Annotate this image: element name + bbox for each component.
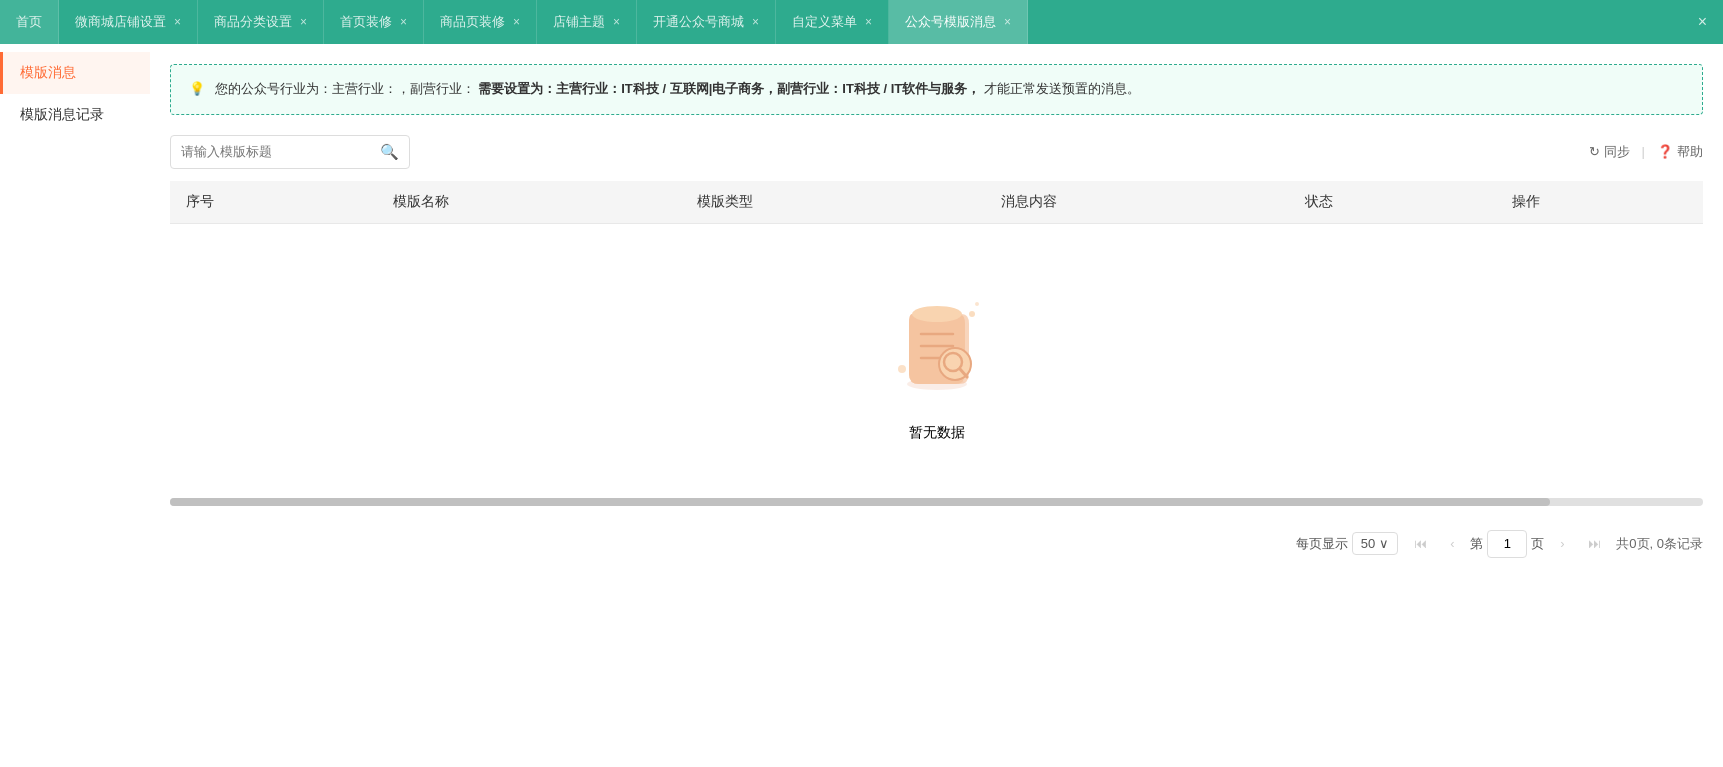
empty-illustration: [877, 284, 997, 404]
tab-theme-close[interactable]: ×: [613, 15, 620, 29]
tab-product-label: 商品页装修: [440, 13, 505, 31]
help-label: 帮助: [1677, 143, 1703, 161]
tab-homepage-label: 首页装修: [340, 13, 392, 31]
tab-custommenu-label: 自定义菜单: [792, 13, 857, 31]
tab-product-close[interactable]: ×: [513, 15, 520, 29]
notice-banner: 💡 您的公众号行业为：主营行业：，副营行业： 需要设置为：主营行业：IT科技 /…: [170, 64, 1703, 115]
tab-theme[interactable]: 店铺主题 ×: [537, 0, 637, 44]
chevron-down-icon: ∨: [1379, 536, 1389, 551]
page-number-input[interactable]: [1487, 530, 1527, 558]
tab-category-label: 商品分类设置: [214, 13, 292, 31]
tab-template-close[interactable]: ×: [1004, 15, 1011, 29]
scroll-indicator[interactable]: [170, 498, 1703, 506]
search-input-wrap[interactable]: 🔍: [170, 135, 410, 169]
page-suffix: 页: [1531, 535, 1544, 553]
tab-template[interactable]: 公众号模版消息 ×: [889, 0, 1028, 44]
sidebar-item-template-msg-label: 模版消息: [20, 64, 76, 80]
tab-homepage-close[interactable]: ×: [400, 15, 407, 29]
tab-category[interactable]: 商品分类设置 ×: [198, 0, 324, 44]
tab-custommenu[interactable]: 自定义菜单 ×: [776, 0, 889, 44]
table-header-row: 序号 模版名称 模版类型 消息内容 状态 操作: [170, 181, 1703, 224]
help-button[interactable]: ❓ 帮助: [1657, 143, 1703, 161]
empty-text: 暂无数据: [909, 424, 965, 442]
tab-homepage[interactable]: 首页装修 ×: [324, 0, 424, 44]
sync-icon: ↻: [1589, 144, 1600, 159]
search-bar: 🔍 ↻ 同步 | ❓ 帮助: [170, 135, 1703, 169]
svg-point-1: [912, 306, 962, 322]
sync-button[interactable]: ↻ 同步: [1589, 143, 1630, 161]
global-close-button[interactable]: ×: [1682, 0, 1723, 44]
scroll-thumb: [170, 498, 1550, 506]
svg-point-8: [969, 311, 975, 317]
tab-home[interactable]: 首页: [0, 0, 59, 44]
notice-icon: 💡: [189, 81, 205, 96]
divider: |: [1642, 144, 1645, 159]
tab-bar: 首页 微商城店铺设置 × 商品分类设置 × 首页装修 × 商品页装修 × 店铺主…: [0, 0, 1723, 44]
tab-openshop-label: 开通公众号商城: [653, 13, 744, 31]
empty-state: 暂无数据: [170, 224, 1703, 482]
next-page-button[interactable]: ›: [1548, 530, 1576, 558]
tab-category-close[interactable]: ×: [300, 15, 307, 29]
page-size-label: 每页显示: [1296, 535, 1348, 553]
tab-wshop-label: 微商城店铺设置: [75, 13, 166, 31]
notice-prefix: 您的公众号行业为：主营行业：，副营行业：: [215, 81, 475, 96]
page-size-value: 50: [1361, 536, 1375, 551]
page-size-dropdown[interactable]: 50 ∨: [1352, 532, 1398, 555]
pagination: 每页显示 50 ∨ ⏮ ‹ 第 页 › ⏭ 共0页, 0条记录: [170, 522, 1703, 558]
sync-label: 同步: [1604, 143, 1630, 161]
tab-wshop[interactable]: 微商城店铺设置 ×: [59, 0, 198, 44]
col-status: 状态: [1289, 181, 1496, 224]
page-size-select: 每页显示 50 ∨: [1296, 532, 1398, 555]
content-area: 💡 您的公众号行业为：主营行业：，副营行业： 需要设置为：主营行业：IT科技 /…: [150, 44, 1723, 767]
col-name: 模版名称: [377, 181, 681, 224]
svg-point-9: [975, 302, 979, 306]
page-input-group: 第 页: [1470, 530, 1544, 558]
help-icon: ❓: [1657, 144, 1673, 159]
col-index: 序号: [170, 181, 377, 224]
first-page-button[interactable]: ⏮: [1406, 530, 1434, 558]
tab-custommenu-close[interactable]: ×: [865, 15, 872, 29]
svg-point-10: [898, 365, 906, 373]
sidebar-item-template-record-label: 模版消息记录: [20, 106, 104, 122]
sidebar-item-template-record[interactable]: 模版消息记录: [0, 94, 150, 136]
sidebar-item-template-msg[interactable]: 模版消息: [0, 52, 150, 94]
sidebar: 模版消息 模版消息记录: [0, 44, 150, 767]
total-info: 共0页, 0条记录: [1616, 535, 1703, 553]
data-table: 序号 模版名称 模版类型 消息内容 状态 操作: [170, 181, 1703, 224]
notice-suffix: 才能正常发送预置的消息。: [984, 81, 1140, 96]
search-icon[interactable]: 🔍: [380, 143, 399, 161]
tab-openshop-close[interactable]: ×: [752, 15, 759, 29]
page-nav: ⏮ ‹ 第 页 › ⏭: [1406, 530, 1608, 558]
prev-page-button[interactable]: ‹: [1438, 530, 1466, 558]
toolbar-right: ↻ 同步 | ❓ 帮助: [1589, 143, 1703, 161]
tab-theme-label: 店铺主题: [553, 13, 605, 31]
tab-template-label: 公众号模版消息: [905, 13, 996, 31]
col-type: 模版类型: [681, 181, 985, 224]
tab-wshop-close[interactable]: ×: [174, 15, 181, 29]
col-content: 消息内容: [985, 181, 1289, 224]
col-action: 操作: [1496, 181, 1703, 224]
search-input[interactable]: [181, 144, 380, 159]
last-page-button[interactable]: ⏭: [1580, 530, 1608, 558]
page-label: 第: [1470, 535, 1483, 553]
tab-openshop[interactable]: 开通公众号商城 ×: [637, 0, 776, 44]
notice-highlight: 需要设置为：主营行业：IT科技 / 互联网|电子商务，副营行业：IT科技 / I…: [478, 81, 980, 96]
tab-home-label: 首页: [16, 13, 42, 31]
tab-product[interactable]: 商品页装修 ×: [424, 0, 537, 44]
main-layout: 模版消息 模版消息记录 💡 您的公众号行业为：主营行业：，副营行业： 需要设置为…: [0, 44, 1723, 767]
